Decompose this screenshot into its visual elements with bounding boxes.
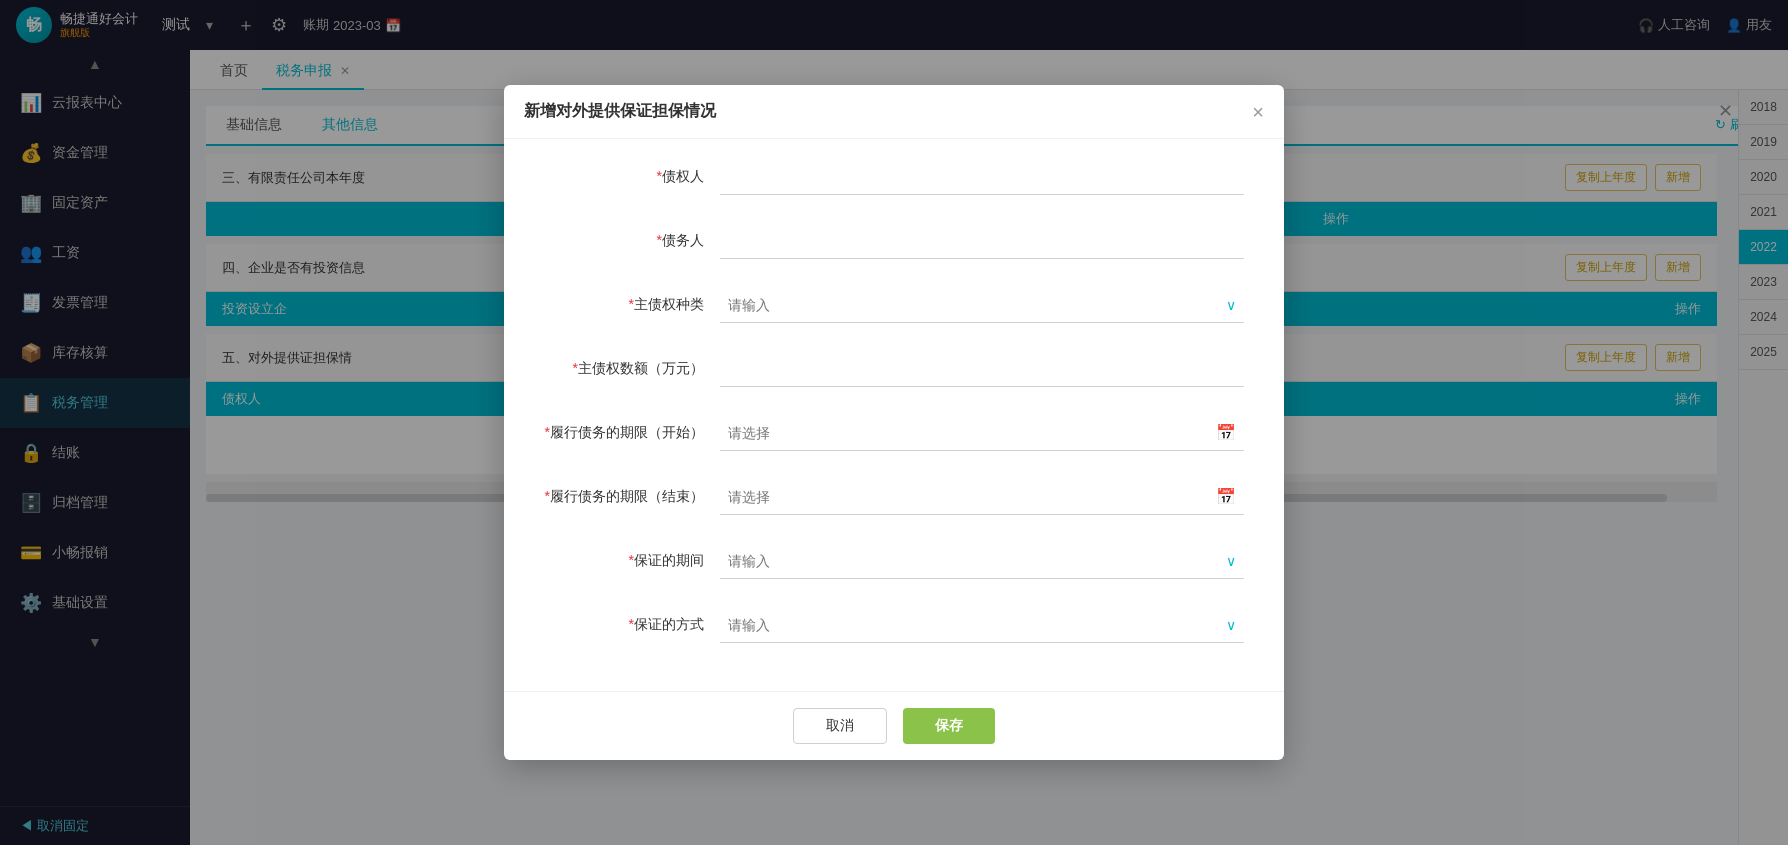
date-input-period-start[interactable] <box>720 415 1244 451</box>
cancel-button[interactable]: 取消 <box>793 708 887 744</box>
select-wrap-guarantee-period: ∨ <box>720 543 1244 579</box>
input-debt-amount[interactable] <box>720 351 1244 387</box>
form-row-period-end: *履行债务的期限（结束） 📅 <box>544 479 1244 515</box>
form-row-debt-type: *主债权种类 ∨ <box>544 287 1244 323</box>
modal-dialog: 新增对外提供保证担保情况 × *债权人 *债务人 *主债权种类 <box>504 85 1284 760</box>
form-row-debtor: *债务人 <box>544 223 1244 259</box>
label-period-end: *履行债务的期限（结束） <box>544 488 704 506</box>
modal-footer: 取消 保存 <box>504 691 1284 760</box>
select-guarantee-method[interactable] <box>720 607 1244 643</box>
save-button[interactable]: 保存 <box>903 708 995 744</box>
select-wrap-debt-type: ∨ <box>720 287 1244 323</box>
label-guarantee-method: *保证的方式 <box>544 616 704 634</box>
form-row-creditor: *债权人 <box>544 159 1244 195</box>
modal-title: 新增对外提供保证担保情况 <box>524 101 716 122</box>
input-creditor[interactable] <box>720 159 1244 195</box>
label-debt-type: *主债权种类 <box>544 296 704 314</box>
calendar-period-start-icon[interactable]: 📅 <box>1216 423 1236 442</box>
calendar-period-end-icon[interactable]: 📅 <box>1216 487 1236 506</box>
select-debt-type[interactable] <box>720 287 1244 323</box>
date-wrap-period-start: 📅 <box>720 415 1244 451</box>
label-period-start: *履行债务的期限（开始） <box>544 424 704 442</box>
modal-overlay: 新增对外提供保证担保情况 × *债权人 *债务人 *主债权种类 <box>0 0 1788 845</box>
select-guarantee-period[interactable] <box>720 543 1244 579</box>
date-input-period-end[interactable] <box>720 479 1244 515</box>
label-creditor: *债权人 <box>544 168 704 186</box>
date-wrap-period-end: 📅 <box>720 479 1244 515</box>
label-debtor: *债务人 <box>544 232 704 250</box>
input-debtor[interactable] <box>720 223 1244 259</box>
form-row-guarantee-method: *保证的方式 ∨ <box>544 607 1244 643</box>
modal-body: *债权人 *债务人 *主债权种类 ∨ <box>504 139 1284 691</box>
select-wrap-guarantee-method: ∨ <box>720 607 1244 643</box>
form-row-period-start: *履行债务的期限（开始） 📅 <box>544 415 1244 451</box>
modal-close-btn[interactable]: × <box>1252 102 1264 122</box>
label-debt-amount: *主债权数额（万元） <box>544 360 704 378</box>
form-row-guarantee-period: *保证的期间 ∨ <box>544 543 1244 579</box>
label-guarantee-period: *保证的期间 <box>544 552 704 570</box>
form-row-debt-amount: *主债权数额（万元） <box>544 351 1244 387</box>
modal-header: 新增对外提供保证担保情况 × <box>504 85 1284 139</box>
